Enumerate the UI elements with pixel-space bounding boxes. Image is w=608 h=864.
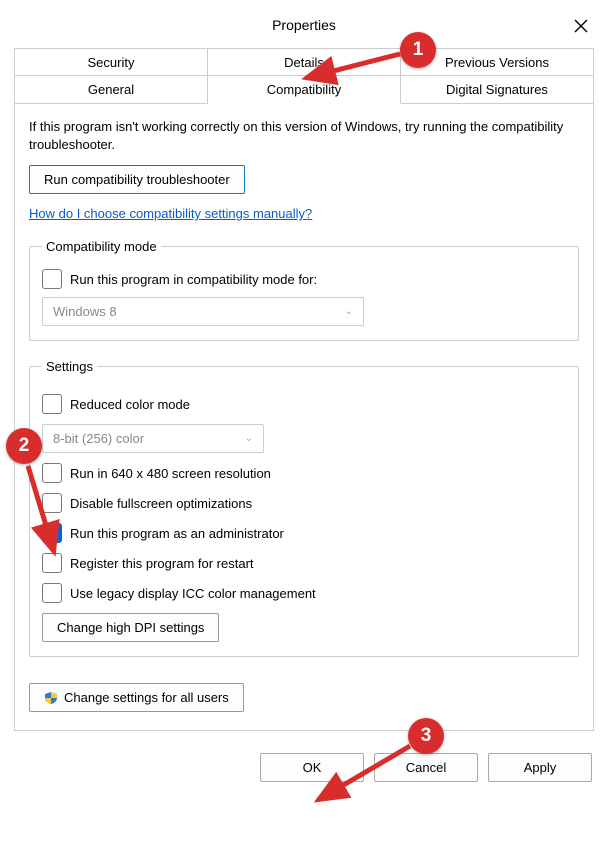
annotation-arrow-1 [300, 48, 410, 88]
dialog-title: Properties [8, 17, 600, 33]
annotation-arrow-3 [310, 740, 420, 810]
tab-security[interactable]: Security [14, 48, 208, 76]
help-link[interactable]: How do I choose compatibility settings m… [29, 206, 312, 221]
annotation-arrow-2 [20, 462, 70, 562]
compat-mode-legend: Compatibility mode [42, 239, 161, 254]
disable-fullscreen-label: Disable fullscreen optimizations [70, 496, 252, 511]
annotation-badge-3: 3 [408, 718, 444, 754]
dialog-buttons: OK Cancel Apply [0, 743, 608, 800]
apply-button[interactable]: Apply [488, 753, 592, 782]
intro-text: If this program isn't working correctly … [29, 118, 579, 153]
reduced-color-checkbox[interactable] [42, 394, 62, 414]
compat-mode-label: Run this program in compatibility mode f… [70, 272, 317, 287]
titlebar: Properties [0, 8, 608, 42]
change-all-users-label: Change settings for all users [64, 690, 229, 705]
legacy-icc-checkbox[interactable] [42, 583, 62, 603]
legacy-icc-label: Use legacy display ICC color management [70, 586, 316, 601]
reduced-color-label: Reduced color mode [70, 397, 190, 412]
compat-mode-select[interactable]: Windows 8 ⌄ [42, 297, 364, 326]
run-as-admin-label: Run this program as an administrator [70, 526, 284, 541]
run-640-label: Run in 640 x 480 screen resolution [70, 466, 271, 481]
compatibility-mode-group: Compatibility mode Run this program in c… [29, 239, 579, 341]
close-button[interactable] [564, 12, 598, 40]
change-dpi-button[interactable]: Change high DPI settings [42, 613, 219, 642]
color-mode-select[interactable]: 8-bit (256) color ⌄ [42, 424, 264, 453]
properties-dialog: Properties Security Details Previous Ver… [0, 0, 608, 800]
annotation-badge-1: 1 [400, 32, 436, 68]
change-all-users-button[interactable]: Change settings for all users [29, 683, 244, 712]
register-restart-label: Register this program for restart [70, 556, 254, 571]
compat-mode-checkbox[interactable] [42, 269, 62, 289]
tab-digital-signatures[interactable]: Digital Signatures [401, 75, 594, 104]
chevron-down-icon: ⌄ [345, 306, 353, 317]
annotation-badge-2: 2 [6, 428, 42, 464]
tab-content: If this program isn't working correctly … [14, 104, 594, 731]
shield-icon [44, 691, 58, 705]
run-troubleshooter-button[interactable]: Run compatibility troubleshooter [29, 165, 245, 194]
close-icon [574, 19, 588, 33]
settings-legend: Settings [42, 359, 97, 374]
tab-general[interactable]: General [14, 75, 208, 104]
color-mode-select-value: 8-bit (256) color [53, 431, 144, 446]
chevron-down-icon: ⌄ [245, 433, 253, 444]
compat-mode-select-value: Windows 8 [53, 304, 117, 319]
settings-group: Settings Reduced color mode 8-bit (256) … [29, 359, 579, 657]
